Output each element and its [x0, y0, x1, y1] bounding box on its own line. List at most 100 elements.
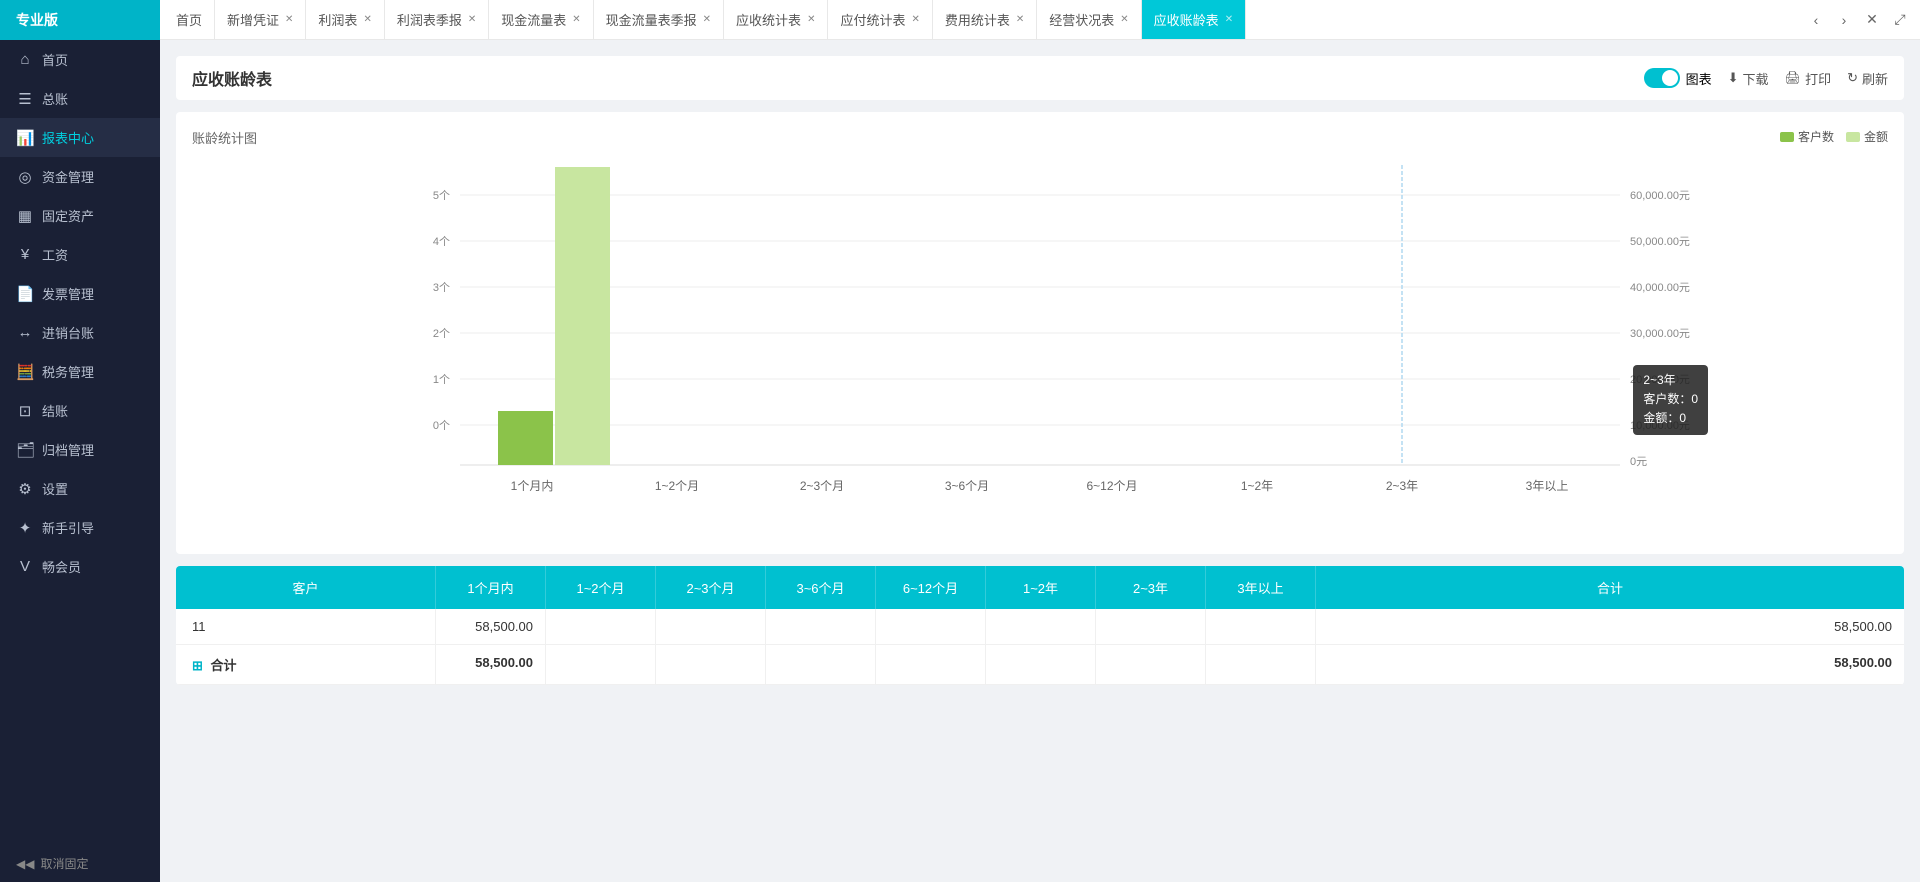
guide-icon: ✦: [16, 519, 34, 537]
legend-amount-label: 金额: [1864, 128, 1888, 145]
close-icon[interactable]: ✕: [363, 14, 371, 25]
tab-new-voucher[interactable]: 新增凭证 ✕: [215, 0, 306, 40]
td-2to3y: [1096, 609, 1206, 644]
close-icon[interactable]: ✕: [1016, 14, 1024, 25]
archive-icon: 🗂: [16, 441, 34, 459]
sidebar-footer[interactable]: ◀◀ 取消固定: [0, 845, 160, 882]
chart-section: 账龄统计图 客户数 金额 5个 4个 3个 2个: [176, 112, 1904, 554]
svg-text:1个月内: 1个月内: [511, 479, 554, 493]
sidebar-item-sales[interactable]: ↔ 进销台账: [0, 313, 160, 352]
tab-business-status[interactable]: 经营状况表 ✕: [1037, 0, 1141, 40]
svg-text:0元: 0元: [1630, 456, 1647, 468]
sidebar-item-guide[interactable]: ✦ 新手引导: [0, 508, 160, 547]
td-total-1to2y: [986, 645, 1096, 684]
refresh-button[interactable]: ↻ 刷新: [1847, 69, 1888, 88]
svg-text:5个: 5个: [433, 189, 450, 202]
sidebar-item-vip[interactable]: V 畅会员: [0, 547, 160, 586]
tab-cashflow-quarterly-label: 现金流量表季报: [606, 10, 697, 29]
tab-ar-aging[interactable]: 应收账龄表 ✕: [1142, 0, 1246, 40]
sidebar-item-settings[interactable]: ⚙ 设置: [0, 469, 160, 508]
td-total-sum: 58,500.00: [1316, 645, 1904, 684]
settings-icon: ⚙: [16, 480, 34, 498]
td-total-3to6m: [766, 645, 876, 684]
tab-profit-quarterly[interactable]: 利润表季报 ✕: [385, 0, 489, 40]
sidebar-item-label: 固定资产: [42, 206, 94, 225]
page-header: 应收账龄表 图表 ⬇ 下载 🖨 打印 ↻ 刷新: [176, 56, 1904, 100]
close-icon[interactable]: ✕: [1120, 14, 1128, 25]
chart-toggle[interactable]: 图表: [1644, 68, 1712, 88]
download-button[interactable]: ⬇ 下载: [1728, 69, 1769, 88]
th-total: 合计: [1316, 566, 1904, 609]
td-total-within-1m: 58,500.00: [436, 645, 546, 684]
refresh-icon: ↻: [1847, 70, 1858, 86]
tab-profit-label: 利润表: [318, 10, 357, 29]
total-icon: ⊞: [192, 658, 203, 673]
sidebar-item-invoice[interactable]: 📄 发票管理: [0, 274, 160, 313]
td-over3y: [1206, 609, 1316, 644]
svg-text:50,000.00元: 50,000.00元: [1630, 236, 1690, 248]
sidebar-item-label: 资金管理: [42, 167, 94, 186]
tab-prev-button[interactable]: ‹: [1804, 8, 1828, 32]
tab-expense-stats-label: 费用统计表: [945, 10, 1010, 29]
invoice-icon: 📄: [16, 285, 34, 303]
th-6to12m: 6~12个月: [876, 566, 986, 609]
sidebar-item-label: 进销台账: [42, 323, 94, 342]
tab-home[interactable]: 首页: [164, 0, 215, 40]
salary-icon: ¥: [16, 246, 34, 263]
tab-profit[interactable]: 利润表 ✕: [306, 0, 384, 40]
close-icon[interactable]: ✕: [572, 14, 580, 25]
close-icon[interactable]: ✕: [468, 14, 476, 25]
svg-text:60,000.00元: 60,000.00元: [1630, 190, 1690, 202]
close-icon[interactable]: ✕: [703, 14, 711, 25]
sales-icon: ↔: [16, 324, 34, 341]
amount-color: [1846, 132, 1860, 142]
toggle-thumb: [1662, 70, 1678, 86]
chart-container: 5个 4个 3个 2个 1个 0个 60,000.00元 50,000.00元 …: [192, 155, 1888, 538]
tab-close-all-button[interactable]: ✕: [1860, 8, 1884, 32]
tab-ar-stats[interactable]: 应收统计表 ✕: [724, 0, 828, 40]
svg-text:2~3年: 2~3年: [1386, 479, 1418, 493]
tab-profit-quarterly-label: 利润表季报: [397, 10, 462, 29]
sidebar-item-label: 归档管理: [42, 440, 94, 459]
sidebar-item-home[interactable]: ⌂ 首页: [0, 40, 160, 79]
tab-expand-button[interactable]: ⤢: [1888, 8, 1912, 32]
vip-icon: V: [16, 558, 34, 575]
svg-text:3个: 3个: [433, 281, 450, 294]
tab-cashflow[interactable]: 现金流量表 ✕: [489, 0, 593, 40]
footer-label: 取消固定: [40, 855, 88, 872]
svg-text:1个: 1个: [433, 373, 450, 386]
td-2to3m: [656, 609, 766, 644]
sidebar-item-ledger[interactable]: ☰ 总账: [0, 79, 160, 118]
reports-icon: 📊: [16, 129, 34, 147]
page-title: 应收账龄表: [192, 66, 272, 90]
close-icon[interactable]: ✕: [807, 14, 815, 25]
tab-ap-stats-label: 应付统计表: [840, 10, 905, 29]
close-icon[interactable]: ✕: [1225, 14, 1233, 25]
toggle-track[interactable]: [1644, 68, 1680, 88]
td-total-2to3y: [1096, 645, 1206, 684]
sidebar-item-label: 设置: [42, 479, 68, 498]
tax-icon: 🧮: [16, 363, 34, 381]
close-icon[interactable]: ✕: [285, 14, 293, 25]
svg-text:3年以上: 3年以上: [1526, 479, 1569, 493]
tab-business-status-label: 经营状况表: [1049, 10, 1114, 29]
sidebar-item-archive[interactable]: 🗂 归档管理: [0, 430, 160, 469]
tab-ap-stats[interactable]: 应付统计表 ✕: [828, 0, 932, 40]
sidebar-item-closing[interactable]: ⊡ 结账: [0, 391, 160, 430]
close-icon[interactable]: ✕: [911, 14, 919, 25]
sidebar-item-label: 税务管理: [42, 362, 94, 381]
sidebar-item-assets[interactable]: ▦ 固定资产: [0, 196, 160, 235]
print-button[interactable]: 🖨 打印: [1785, 69, 1832, 88]
sidebar-item-funds[interactable]: ◎ 资金管理: [0, 157, 160, 196]
tab-next-button[interactable]: ›: [1832, 8, 1856, 32]
download-label: 下载: [1743, 69, 1769, 88]
th-1to2m: 1~2个月: [546, 566, 656, 609]
funds-icon: ◎: [16, 168, 34, 186]
sidebar-item-label: 新手引导: [42, 518, 94, 537]
sidebar-item-reports[interactable]: 📊 报表中心: [0, 118, 160, 157]
sidebar-item-tax[interactable]: 🧮 税务管理: [0, 352, 160, 391]
tab-expense-stats[interactable]: 费用统计表 ✕: [933, 0, 1037, 40]
svg-text:40,000.00元: 40,000.00元: [1630, 282, 1690, 294]
tab-cashflow-quarterly[interactable]: 现金流量表季报 ✕: [594, 0, 724, 40]
sidebar-item-salary[interactable]: ¥ 工资: [0, 235, 160, 274]
